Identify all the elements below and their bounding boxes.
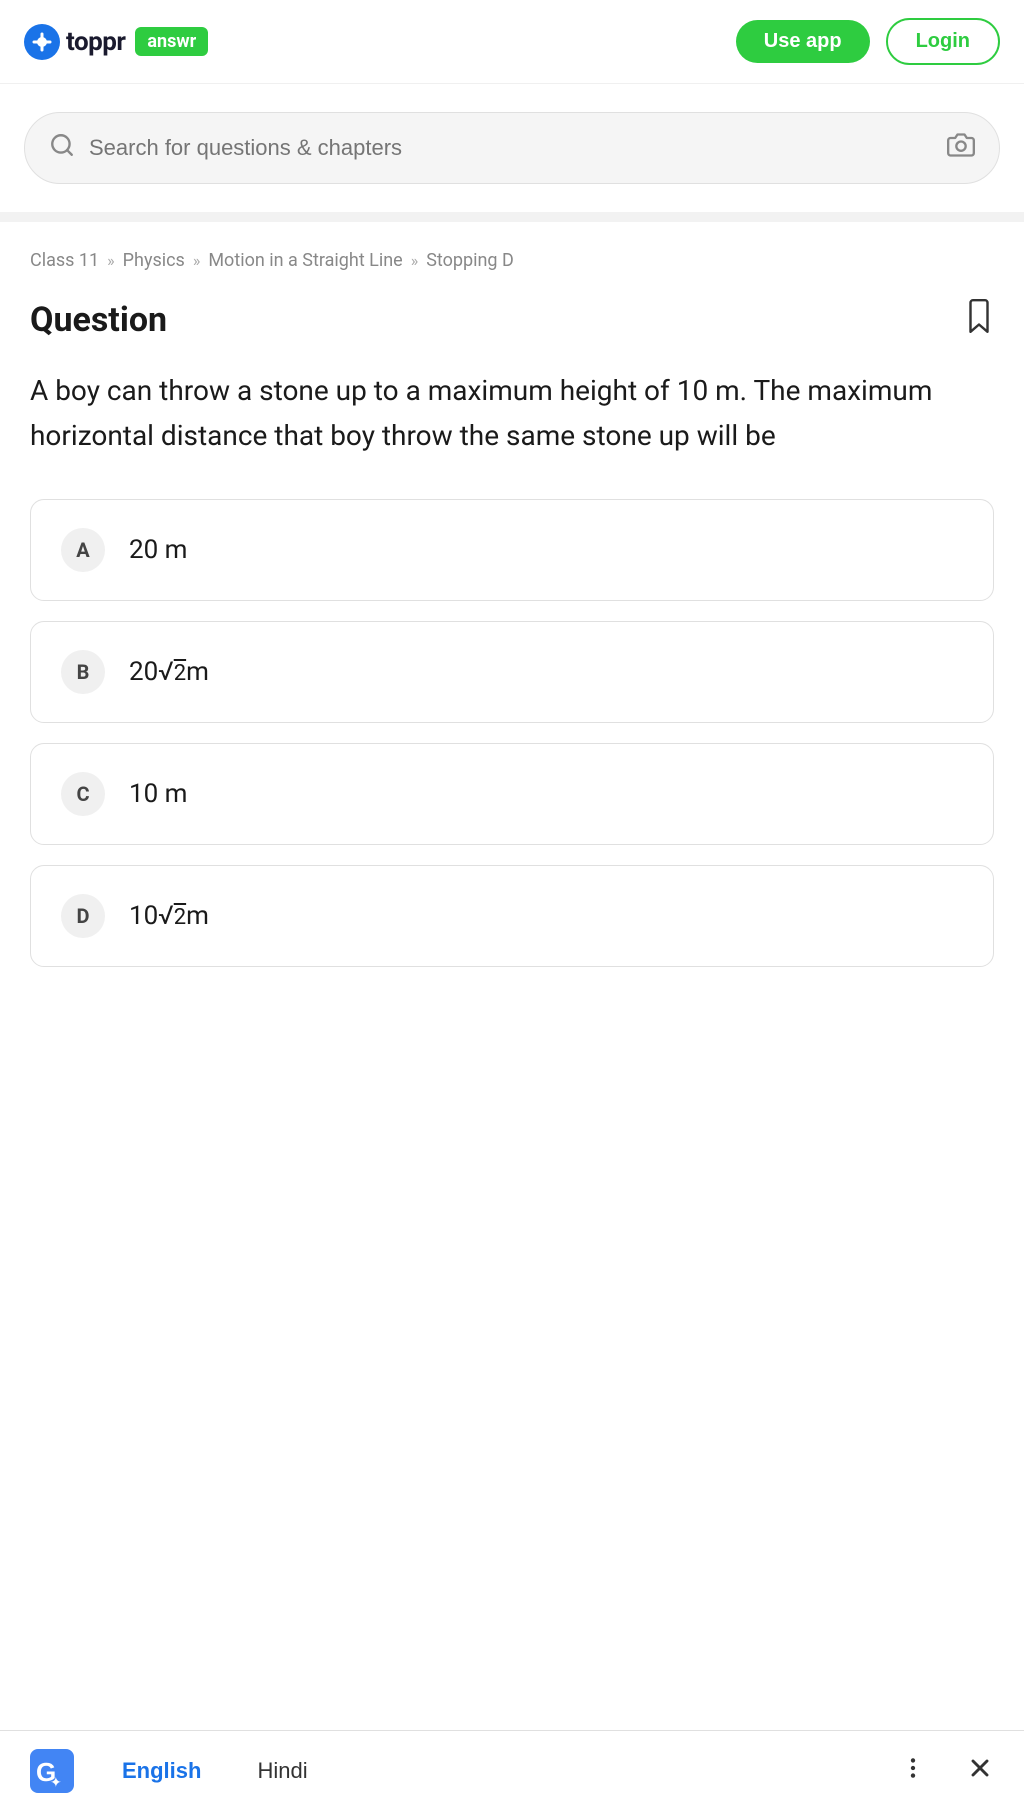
option-c[interactable]: C 10 m (30, 743, 994, 845)
app-header: toppr answr Use app Login (0, 0, 1024, 84)
breadcrumb-sep-1: » (107, 251, 115, 270)
toppr-icon (24, 24, 60, 60)
search-section (0, 84, 1024, 212)
header-right: Use app Login (736, 18, 1000, 65)
option-d-text: 10√2m (129, 901, 209, 931)
breadcrumb-chapter[interactable]: Motion in a Straight Line (208, 250, 402, 271)
toppr-brand-name: toppr (66, 27, 125, 57)
question-header: Question (30, 299, 994, 341)
option-d[interactable]: D 10√2m (30, 865, 994, 967)
close-icon[interactable] (966, 1754, 994, 1789)
option-b[interactable]: B 20√2m (30, 621, 994, 723)
breadcrumb-sep-3: » (411, 251, 419, 270)
option-a[interactable]: A 20 m (30, 499, 994, 601)
breadcrumb-class[interactable]: Class 11 (30, 250, 99, 271)
google-translate-icon: G ✦ (30, 1749, 74, 1793)
breadcrumb: Class 11 » Physics » Motion in a Straigh… (30, 250, 994, 271)
bottom-spacer (0, 995, 1024, 1095)
main-content: Class 11 » Physics » Motion in a Straigh… (0, 222, 1024, 995)
login-button[interactable]: Login (886, 18, 1000, 65)
search-bar-container (24, 112, 1000, 184)
options-list: A 20 m B 20√2m C 10 m D 10√2m (30, 499, 994, 967)
svg-text:✦: ✦ (50, 1774, 62, 1790)
camera-icon[interactable] (947, 131, 975, 165)
question-section-title: Question (30, 300, 167, 340)
search-input[interactable] (89, 135, 933, 161)
use-app-button[interactable]: Use app (736, 20, 870, 63)
header-left: toppr answr (24, 24, 208, 60)
toppr-logo: toppr (24, 24, 125, 60)
option-d-letter: D (61, 894, 105, 938)
search-icon (49, 132, 75, 164)
more-options-icon[interactable] (900, 1755, 926, 1788)
option-b-letter: B (61, 650, 105, 694)
section-divider (0, 212, 1024, 222)
english-language-button[interactable]: English (114, 1754, 209, 1788)
breadcrumb-topic[interactable]: Stopping D (426, 250, 514, 271)
answr-badge: answr (135, 27, 208, 56)
option-b-text: 20√2m (129, 657, 209, 687)
question-text: A boy can throw a stone up to a maximum … (30, 369, 994, 459)
option-c-text: 10 m (129, 779, 187, 809)
breadcrumb-sep-2: » (193, 251, 201, 270)
bookmark-icon[interactable] (964, 299, 994, 341)
bottom-bar: G ✦ English Hindi (0, 1730, 1024, 1811)
breadcrumb-subject[interactable]: Physics (123, 250, 185, 271)
option-a-letter: A (61, 528, 105, 572)
hindi-language-button[interactable]: Hindi (249, 1754, 315, 1788)
option-a-text: 20 m (129, 535, 187, 565)
option-c-letter: C (61, 772, 105, 816)
